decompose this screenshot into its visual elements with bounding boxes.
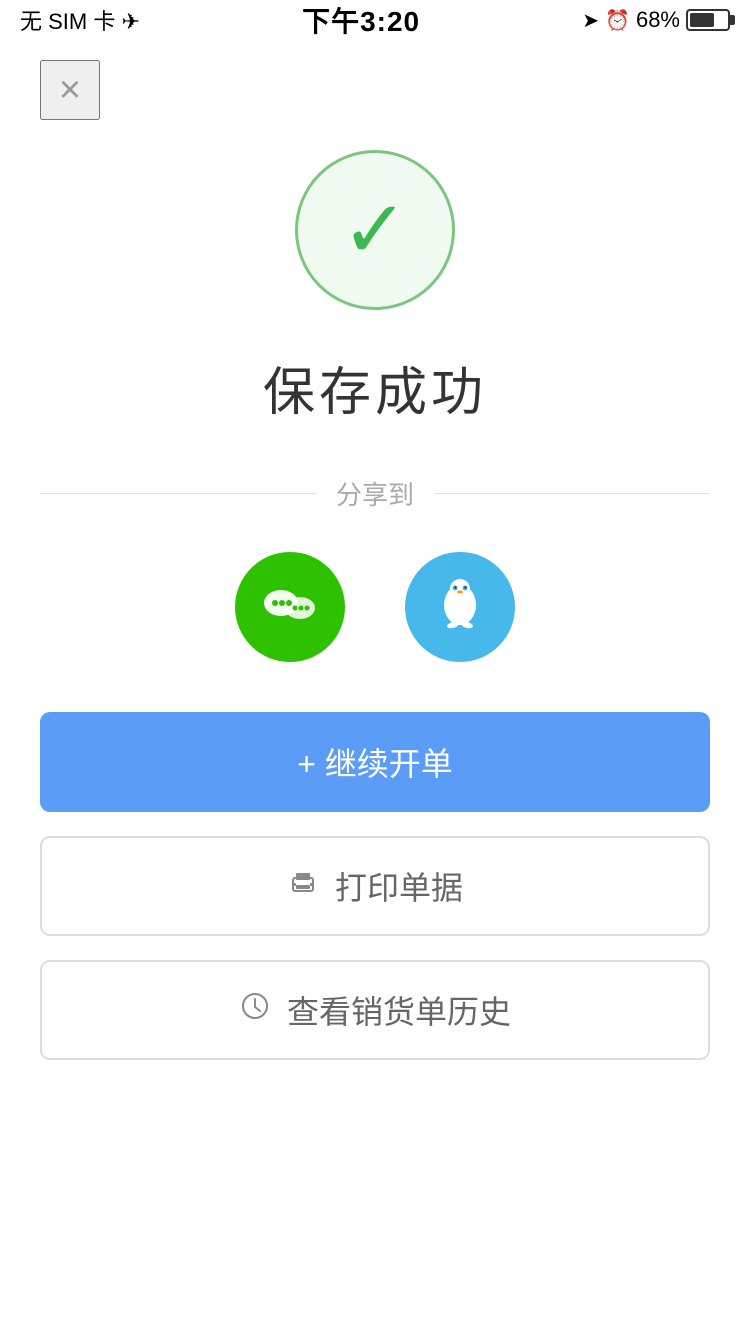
- battery-percent: 68%: [636, 7, 680, 33]
- main-content: × ✓ 保存成功 分享到: [0, 40, 750, 1334]
- location-icon: ➤: [582, 8, 599, 33]
- divider-line-left: [40, 493, 316, 494]
- action-buttons: + 继续开单 打印单据: [40, 712, 710, 1060]
- share-section: 分享到: [40, 475, 710, 662]
- sim-status: 无 SIM 卡 ✈: [20, 4, 140, 36]
- share-label: 分享到: [336, 475, 414, 512]
- checkmark-icon: ✓: [341, 190, 408, 270]
- qq-share-button[interactable]: [405, 552, 515, 662]
- status-left: 无 SIM 卡 ✈: [20, 4, 140, 36]
- close-button[interactable]: ×: [40, 60, 100, 120]
- status-bar: 无 SIM 卡 ✈ 下午3:20 ➤ ⏰ 68%: [0, 0, 750, 40]
- battery-icon: [686, 9, 730, 31]
- print-button[interactable]: 打印单据: [40, 836, 710, 936]
- qq-icon: [428, 575, 492, 639]
- close-icon: ×: [59, 71, 81, 109]
- print-label: 打印单据: [335, 863, 463, 909]
- wechat-share-button[interactable]: [235, 552, 345, 662]
- battery-fill: [690, 13, 714, 27]
- history-label: 查看销货单历史: [287, 987, 511, 1033]
- success-title: 保存成功: [263, 350, 487, 425]
- history-icon: [239, 990, 271, 1030]
- alarm-icon: ⏰: [605, 8, 630, 33]
- status-time: 下午3:20: [302, 0, 420, 40]
- history-button[interactable]: 查看销货单历史: [40, 960, 710, 1060]
- share-icons: [40, 552, 710, 662]
- continue-button[interactable]: + 继续开单: [40, 712, 710, 812]
- share-divider: 分享到: [40, 475, 710, 512]
- print-icon: [287, 866, 319, 906]
- continue-label: + 继续开单: [297, 739, 453, 785]
- divider-line-right: [434, 493, 710, 494]
- success-circle: ✓: [295, 150, 455, 310]
- wechat-icon: [258, 575, 322, 639]
- status-right: ➤ ⏰ 68%: [582, 7, 730, 33]
